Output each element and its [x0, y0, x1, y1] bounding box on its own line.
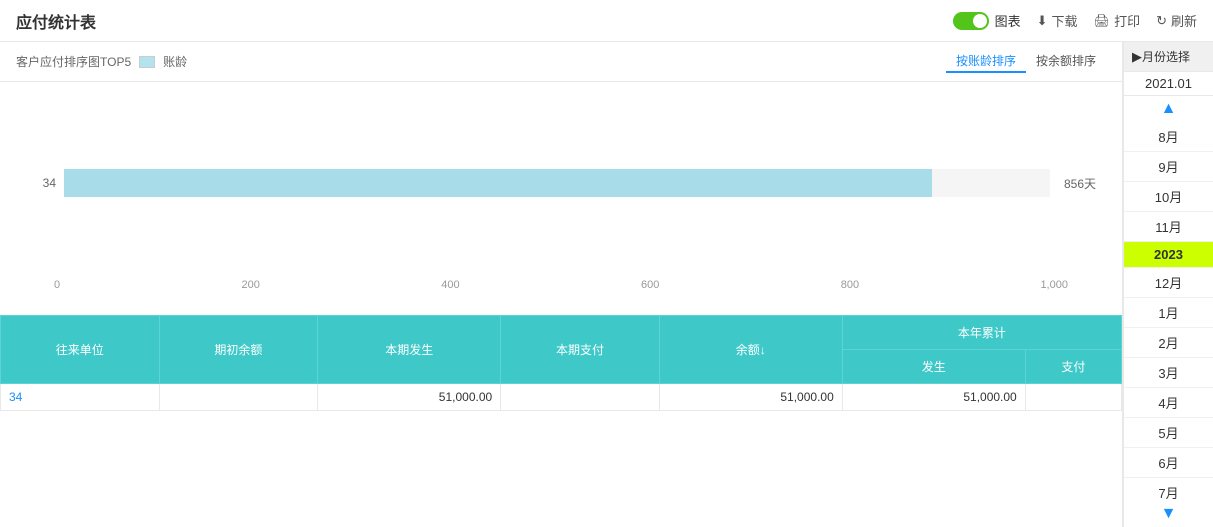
th-current-year: 本年累计 [842, 315, 1121, 349]
sidebar-month-item[interactable]: 12月 [1124, 268, 1213, 298]
th-opening-balance: 期初余额 [159, 315, 318, 383]
cell-opening [159, 383, 318, 410]
bar-row: 34 856天 [26, 169, 1096, 197]
sidebar-month-item[interactable]: 8月 [1124, 122, 1213, 152]
sidebar-month-item[interactable]: 7月 [1124, 478, 1213, 501]
cell-year-payment [1025, 383, 1121, 410]
th-payment: 支付 [1025, 349, 1121, 383]
th-balance: 余额↓ [659, 315, 842, 383]
header: 应付统计表 图表 ⬇ 下载 🖨 打印 ↻ 刷新 [0, 0, 1213, 42]
download-icon: ⬇ [1037, 13, 1048, 29]
sidebar-month-item[interactable]: 4月 [1124, 388, 1213, 418]
x-axis: 0 200 400 600 800 1,000 [16, 275, 1106, 291]
sidebar-down-btn[interactable]: ▼ [1124, 501, 1213, 527]
x-axis-1000: 1,000 [1040, 279, 1068, 291]
chart-toggle[interactable] [953, 12, 989, 30]
cell-year-occurrence: 51,000.00 [842, 383, 1025, 410]
th-unit: 往来单位 [1, 315, 160, 383]
page-title: 应付统计表 [16, 9, 96, 33]
sidebar-title: 月份选择 [1142, 48, 1190, 65]
sidebar-month-item[interactable]: 5月 [1124, 418, 1213, 448]
data-table: 往来单位 期初余额 本期发生 本期支付 余额↓ 本年累计 发生 支付 [0, 315, 1122, 411]
x-axis-0: 0 [54, 279, 60, 291]
header-actions: 图表 ⬇ 下载 🖨 打印 ↻ 刷新 [953, 11, 1197, 30]
chart-legend: 客户应付排序图TOP5 账龄 [16, 53, 187, 70]
print-button[interactable]: 🖨 打印 [1094, 11, 1141, 30]
sort-by-balance-btn[interactable]: 按账龄排序 [946, 50, 1026, 73]
sidebar-month-item[interactable]: 11月 [1124, 212, 1213, 242]
refresh-label: 刷新 [1171, 11, 1197, 30]
legend-text: 客户应付排序图TOP5 [16, 53, 131, 70]
main-container: 应付统计表 图表 ⬇ 下载 🖨 打印 ↻ 刷新 [0, 0, 1213, 527]
refresh-button[interactable]: ↻ 刷新 [1156, 11, 1197, 30]
sidebar-year-marker: 2023 [1124, 242, 1213, 268]
sort-by-amount-btn[interactable]: 按余额排序 [1026, 50, 1106, 73]
expand-icon: ▶ [1132, 49, 1142, 65]
content-area: 客户应付排序图TOP5 账龄 按账龄排序 按余额排序 34 [0, 42, 1213, 527]
cell-balance: 51,000.00 [659, 383, 842, 410]
table-section: 往来单位 期初余额 本期发生 本期支付 余额↓ 本年累计 发生 支付 [0, 315, 1122, 527]
bar-end-label: 856天 [1064, 175, 1096, 192]
chart-area: 34 856天 0 200 400 600 800 1,000 [16, 92, 1106, 305]
x-axis-200: 200 [242, 279, 260, 291]
sidebar-list: 8月9月10月11月202312月1月2月3月4月5月6月7月 [1124, 122, 1213, 501]
cell-payment [501, 383, 660, 410]
cell-occurrence: 51,000.00 [318, 383, 501, 410]
sidebar-month-item[interactable]: 10月 [1124, 182, 1213, 212]
chart-section: 客户应付排序图TOP5 账龄 按账龄排序 按余额排序 34 [0, 42, 1123, 527]
sidebar: ▶ 月份选择 2021.01 ▲ 8月9月10月11月202312月1月2月3月… [1123, 42, 1213, 527]
x-axis-800: 800 [841, 279, 859, 291]
chart-toggle-container[interactable]: 图表 [953, 11, 1021, 30]
chart-header: 客户应付排序图TOP5 账龄 按账龄排序 按余额排序 [0, 42, 1122, 82]
sidebar-month-item[interactable]: 3月 [1124, 358, 1213, 388]
th-current-payment: 本期支付 [501, 315, 660, 383]
print-label: 打印 [1114, 11, 1140, 30]
sidebar-month-item[interactable]: 1月 [1124, 298, 1213, 328]
table-row: 34 51,000.00 51,000.00 51,000.00 [1, 383, 1122, 410]
th-occurrence: 发生 [842, 349, 1025, 383]
chart-sort-buttons: 按账龄排序 按余额排序 [946, 50, 1106, 73]
cell-unit: 34 [1, 383, 160, 410]
x-axis-600: 600 [641, 279, 659, 291]
sidebar-up-btn[interactable]: ▲ [1124, 96, 1213, 122]
sidebar-month-item[interactable]: 2月 [1124, 328, 1213, 358]
refresh-icon: ↻ [1156, 13, 1167, 29]
sidebar-header[interactable]: ▶ 月份选择 [1124, 42, 1213, 72]
bar-fill [64, 169, 932, 197]
sidebar-month-item[interactable]: 6月 [1124, 448, 1213, 478]
print-icon: 🖨 [1094, 13, 1111, 29]
chart-wrapper: 34 856天 0 200 400 600 800 1,000 [0, 82, 1122, 315]
download-button[interactable]: ⬇ 下载 [1037, 11, 1078, 30]
x-axis-400: 400 [441, 279, 459, 291]
bar-chart: 34 856天 [16, 92, 1106, 275]
bar-label: 34 [26, 176, 56, 190]
legend-box [139, 56, 155, 68]
sidebar-date: 2021.01 [1124, 72, 1213, 96]
sidebar-month-item[interactable]: 9月 [1124, 152, 1213, 182]
legend-box-label: 账龄 [163, 53, 187, 70]
toggle-label: 图表 [995, 11, 1021, 30]
download-label: 下载 [1052, 11, 1078, 30]
bar-track [64, 169, 1050, 197]
th-current-occurrence: 本期发生 [318, 315, 501, 383]
